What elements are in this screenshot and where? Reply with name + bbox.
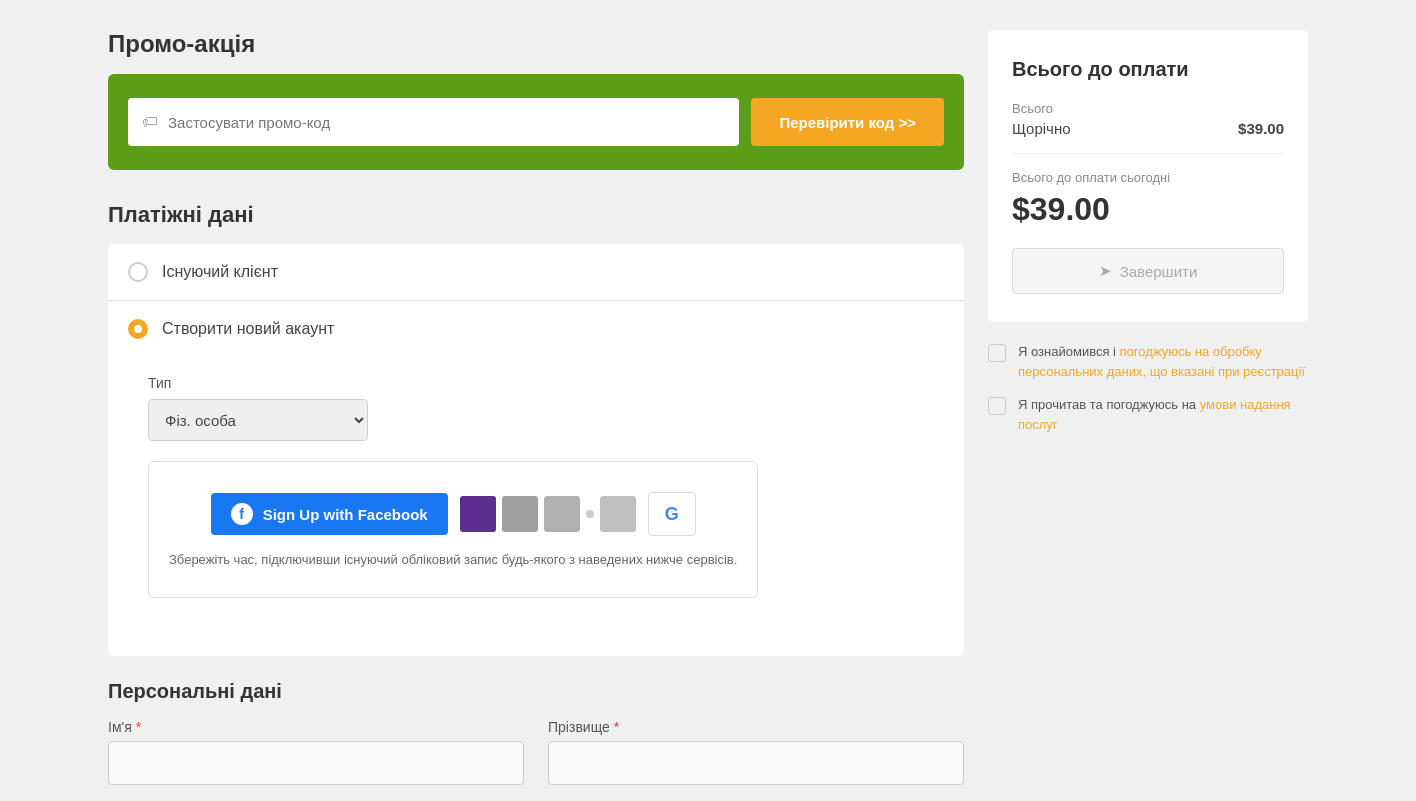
summary-title: Всього до оплати xyxy=(1012,58,1284,81)
promo-box: 🏷 Перевірити код >> xyxy=(108,74,964,170)
consent1-row: Я ознайомився і погоджуюсь на обробку пе… xyxy=(988,342,1308,381)
type-label: Тип xyxy=(148,375,758,391)
google-icon: G xyxy=(665,504,679,525)
promo-input[interactable] xyxy=(168,114,725,131)
first-name-input[interactable] xyxy=(108,741,524,785)
total-label: Всього xyxy=(1012,101,1284,116)
facebook-icon: f xyxy=(231,503,253,525)
due-today-label: Всього до оплати сьогодні xyxy=(1012,170,1284,185)
new-account-label: Створити новий акаунт xyxy=(162,320,334,338)
payment-title: Платіжні дані xyxy=(108,202,964,228)
consent2-checkbox[interactable] xyxy=(988,397,1006,415)
new-account-section: Тип Фіз. особа Юр. особа f Sign Up with … xyxy=(128,355,778,638)
social-icon-2[interactable] xyxy=(502,496,538,532)
name-form-row: Ім'я * Прізвище * xyxy=(108,719,964,785)
social-icon-3[interactable] xyxy=(544,496,580,532)
social-icon-1[interactable] xyxy=(460,496,496,532)
complete-btn-label: Завершити xyxy=(1120,263,1198,280)
existing-client-option[interactable]: Існуючий клієнт xyxy=(108,244,964,301)
promo-title: Промо-акція xyxy=(108,30,964,58)
complete-btn-arrow: ➤ xyxy=(1099,262,1112,280)
social-box: f Sign Up with Facebook xyxy=(148,461,758,598)
last-name-group: Прізвище * xyxy=(548,719,964,785)
consent2-text: Я прочитав та погоджуюсь на умови наданн… xyxy=(1018,395,1308,434)
summary-divider xyxy=(1012,153,1284,154)
last-name-input[interactable] xyxy=(548,741,964,785)
first-name-label: Ім'я * xyxy=(108,719,524,735)
account-options: Існуючий клієнт Створити новий акаунт Ти… xyxy=(108,244,964,656)
other-social-buttons xyxy=(460,496,636,532)
billing-row: Щорічно $39.00 xyxy=(1012,120,1284,137)
existing-client-label: Існуючий клієнт xyxy=(162,263,278,281)
social-dot xyxy=(586,510,594,518)
due-today-price: $39.00 xyxy=(1012,191,1284,228)
sidebar: Всього до оплати Всього Щорічно $39.00 В… xyxy=(988,30,1308,448)
consent2-row: Я прочитав та погоджуюсь на умови наданн… xyxy=(988,395,1308,434)
social-hint-text: Збережіть час, підключивши існуючий облі… xyxy=(169,552,737,567)
facebook-btn-label: Sign Up with Facebook xyxy=(263,506,428,523)
consent1-checkbox[interactable] xyxy=(988,344,1006,362)
google-signup-button[interactable]: G xyxy=(648,492,696,536)
billing-label: Щорічно xyxy=(1012,120,1071,137)
promo-input-wrap: 🏷 xyxy=(128,98,739,146)
last-name-label: Прізвище * xyxy=(548,719,964,735)
complete-button[interactable]: ➤ Завершити xyxy=(1012,248,1284,294)
type-select[interactable]: Фіз. особа Юр. особа xyxy=(148,399,368,441)
social-icon-4[interactable] xyxy=(600,496,636,532)
social-buttons: f Sign Up with Facebook xyxy=(211,492,696,536)
new-account-option[interactable]: Створити новий акаунт Тип Фіз. особа Юр.… xyxy=(108,301,964,656)
consent1-text: Я ознайомився і погоджуюсь на обробку пе… xyxy=(1018,342,1308,381)
existing-client-radio xyxy=(128,262,148,282)
facebook-signup-button[interactable]: f Sign Up with Facebook xyxy=(211,493,448,535)
new-account-radio xyxy=(128,319,148,339)
promo-icon: 🏷 xyxy=(142,113,158,131)
billing-price: $39.00 xyxy=(1238,120,1284,137)
first-name-group: Ім'я * xyxy=(108,719,524,785)
personal-title: Персональні дані xyxy=(108,680,964,703)
summary-card: Всього до оплати Всього Щорічно $39.00 В… xyxy=(988,30,1308,322)
promo-check-button[interactable]: Перевірити код >> xyxy=(751,98,944,146)
